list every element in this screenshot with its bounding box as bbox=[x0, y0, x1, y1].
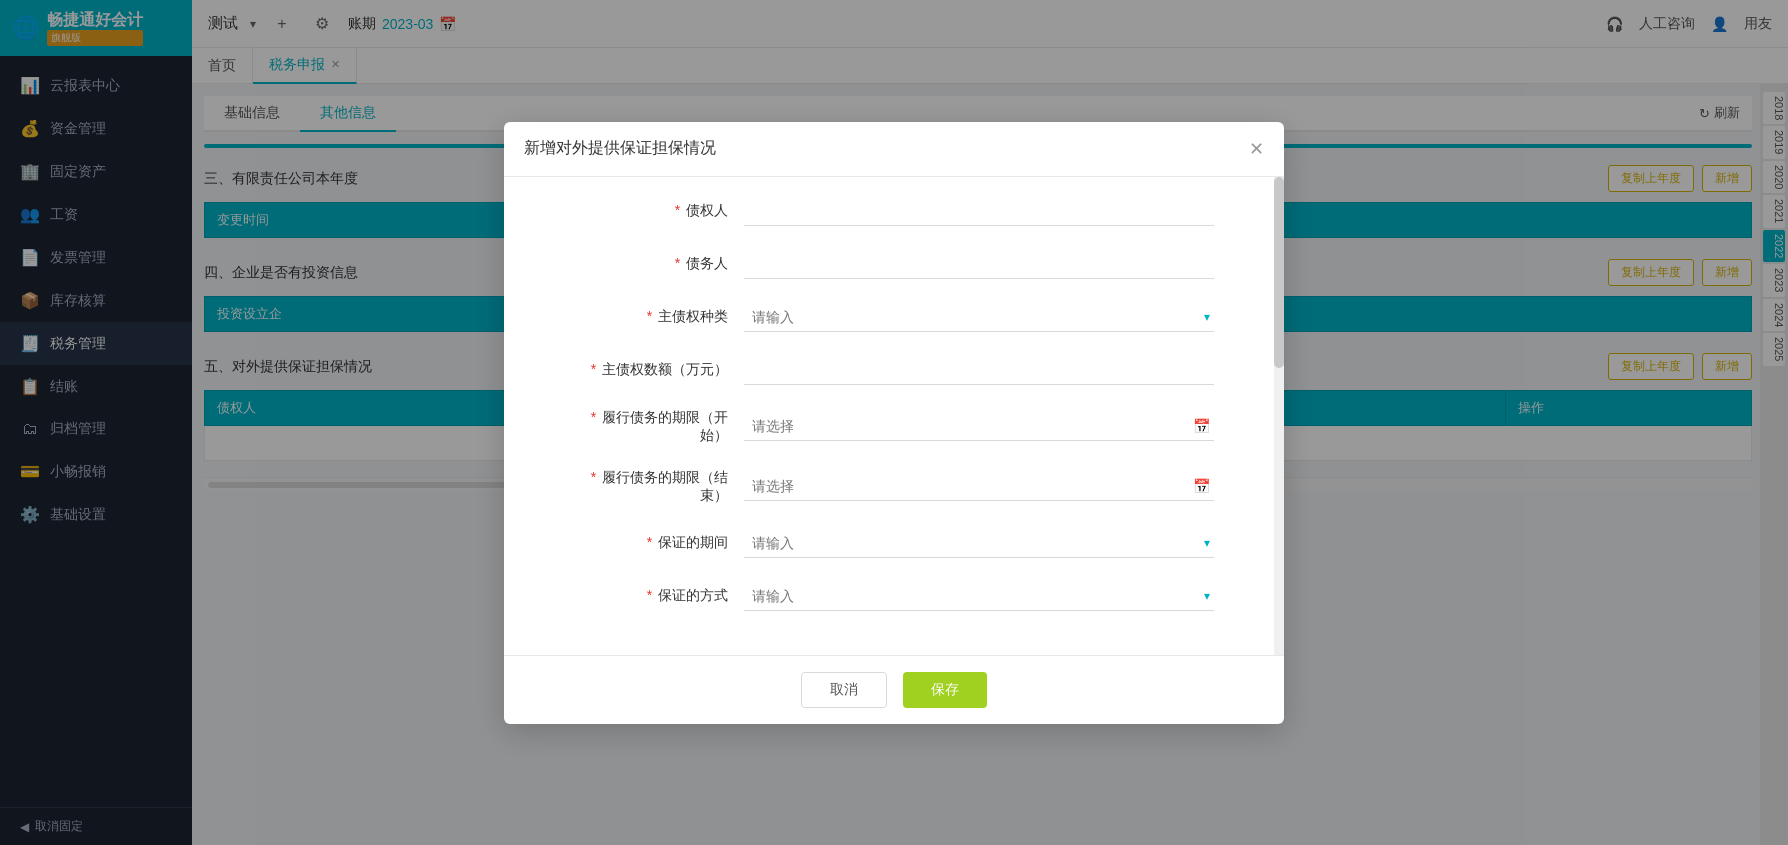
chevron-down-icon-guarantee-period[interactable]: ▾ bbox=[1204, 536, 1214, 550]
label-guarantee-period: * 保证的期间 bbox=[564, 534, 744, 552]
form-row-period-start: * 履行债务的期限（开始） 📅 bbox=[564, 409, 1214, 445]
modal-dialog: 新增对外提供保证担保情况 ✕ * 债权人 * 债务人 bbox=[504, 122, 1284, 724]
input-period-start[interactable] bbox=[744, 412, 1193, 440]
cancel-button[interactable]: 取消 bbox=[801, 672, 887, 708]
form-row-guarantee-period: * 保证的期间 ▾ bbox=[564, 529, 1214, 558]
modal-overlay: 新增对外提供保证担保情况 ✕ * 债权人 * 债务人 bbox=[0, 0, 1788, 845]
form-row-debt-amount: * 主债权数额（万元） bbox=[564, 356, 1214, 385]
chevron-down-icon-guarantee-method[interactable]: ▾ bbox=[1204, 589, 1214, 603]
label-debt-type: * 主债权种类 bbox=[564, 308, 744, 326]
date-period-end-wrap: 📅 bbox=[744, 472, 1214, 501]
modal-title: 新增对外提供保证担保情况 bbox=[524, 138, 716, 159]
chevron-down-icon-debt-type[interactable]: ▾ bbox=[1204, 310, 1214, 324]
calendar-icon-period-end[interactable]: 📅 bbox=[1193, 478, 1214, 494]
form-row-debt-type: * 主债权种类 ▾ bbox=[564, 303, 1214, 332]
modal-footer: 取消 保存 bbox=[504, 655, 1284, 724]
input-creditor[interactable] bbox=[744, 197, 1214, 226]
calendar-icon-period-start[interactable]: 📅 bbox=[1193, 418, 1214, 434]
label-period-start: * 履行债务的期限（开始） bbox=[564, 409, 744, 445]
modal-header: 新增对外提供保证担保情况 ✕ bbox=[504, 122, 1284, 177]
input-guarantee-method[interactable] bbox=[744, 582, 1204, 610]
save-button[interactable]: 保存 bbox=[903, 672, 987, 708]
form-row-creditor: * 债权人 bbox=[564, 197, 1214, 226]
form-row-debtor: * 债务人 bbox=[564, 250, 1214, 279]
label-debt-amount: * 主债权数额（万元） bbox=[564, 361, 744, 379]
input-guarantee-period[interactable] bbox=[744, 529, 1204, 557]
date-period-start-wrap: 📅 bbox=[744, 412, 1214, 441]
select-guarantee-method-wrap: ▾ bbox=[744, 582, 1214, 611]
modal-scrollbar[interactable] bbox=[1274, 177, 1284, 655]
form-row-period-end: * 履行债务的期限（结束） 📅 bbox=[564, 469, 1214, 505]
modal-close-button[interactable]: ✕ bbox=[1249, 138, 1264, 160]
modal-body: * 债权人 * 债务人 * 主债权种 bbox=[504, 177, 1274, 655]
select-debt-type-wrap: ▾ bbox=[744, 303, 1214, 332]
label-guarantee-method: * 保证的方式 bbox=[564, 587, 744, 605]
label-debtor: * 债务人 bbox=[564, 255, 744, 273]
input-debt-type[interactable] bbox=[744, 303, 1204, 331]
select-guarantee-period-wrap: ▾ bbox=[744, 529, 1214, 558]
label-creditor: * 债权人 bbox=[564, 202, 744, 220]
input-debt-amount[interactable] bbox=[744, 356, 1214, 385]
input-debtor[interactable] bbox=[744, 250, 1214, 279]
input-period-end[interactable] bbox=[744, 472, 1193, 500]
form-row-guarantee-method: * 保证的方式 ▾ bbox=[564, 582, 1214, 611]
label-period-end: * 履行债务的期限（结束） bbox=[564, 469, 744, 505]
